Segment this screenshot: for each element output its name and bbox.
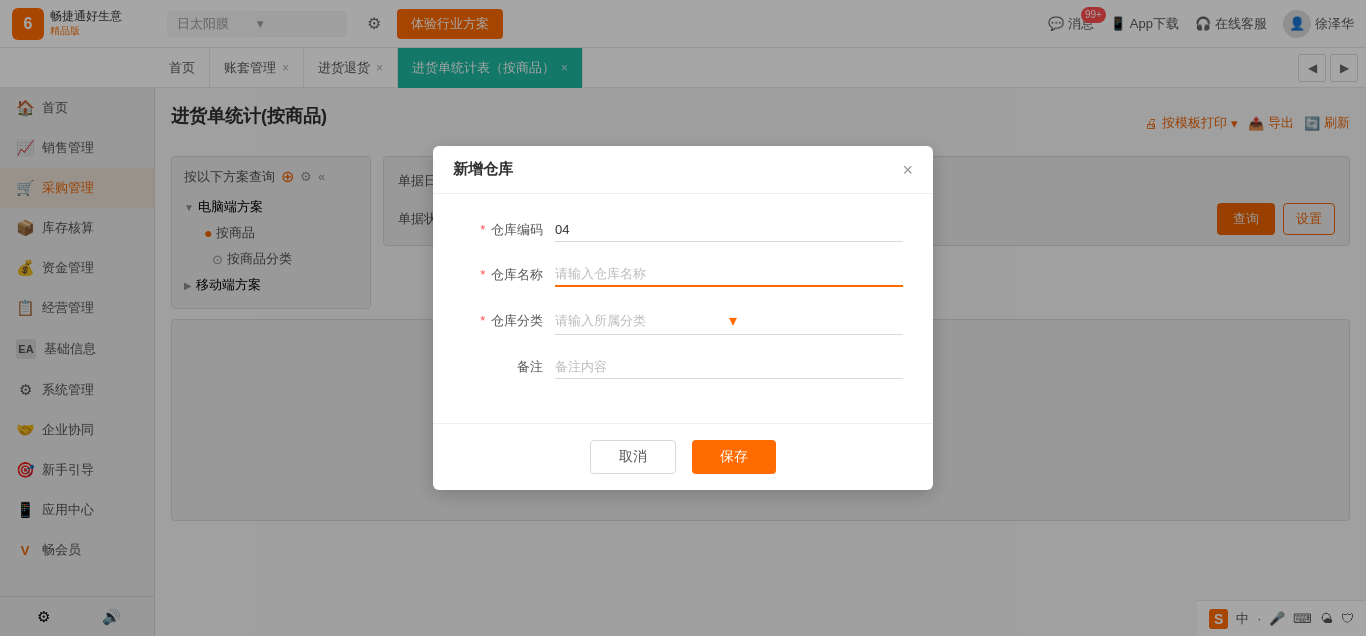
required-name: * xyxy=(480,267,485,282)
dialog-close-button[interactable]: × xyxy=(902,161,913,179)
remark-label: 备注 xyxy=(463,358,543,376)
dialog-title: 新增仓库 xyxy=(453,160,513,179)
category-label-text: 仓库分类 xyxy=(491,313,543,328)
category-placeholder: 请输入所属分类 xyxy=(555,312,729,330)
dialog-add-warehouse: 新增仓库 × * 仓库编码 * 仓库名称 xyxy=(433,146,933,490)
save-button[interactable]: 保存 xyxy=(692,440,776,474)
category-label: * 仓库分类 xyxy=(463,312,543,330)
cancel-button[interactable]: 取消 xyxy=(590,440,676,474)
required-code: * xyxy=(480,222,485,237)
dialog-body: * 仓库编码 * 仓库名称 * 仓库分类 请输入 xyxy=(433,194,933,423)
name-label-text: 仓库名称 xyxy=(491,267,543,282)
code-input[interactable] xyxy=(555,218,903,242)
code-label-text: 仓库编码 xyxy=(491,222,543,237)
code-label: * 仓库编码 xyxy=(463,221,543,239)
form-row-name: * 仓库名称 xyxy=(463,262,903,287)
form-row-category: * 仓库分类 请输入所属分类 ▾ xyxy=(463,307,903,335)
required-category: * xyxy=(480,313,485,328)
remark-input[interactable] xyxy=(555,355,903,379)
form-row-code: * 仓库编码 xyxy=(463,218,903,242)
form-row-remark: 备注 xyxy=(463,355,903,379)
modal-overlay[interactable]: 新增仓库 × * 仓库编码 * 仓库名称 xyxy=(0,0,1366,636)
dialog-footer: 取消 保存 xyxy=(433,423,933,490)
name-label: * 仓库名称 xyxy=(463,266,543,284)
category-arrow-icon: ▾ xyxy=(729,311,903,330)
remark-label-text: 备注 xyxy=(517,359,543,374)
name-input[interactable] xyxy=(555,262,903,287)
dialog-header: 新增仓库 × xyxy=(433,146,933,194)
category-select[interactable]: 请输入所属分类 ▾ xyxy=(555,307,903,335)
